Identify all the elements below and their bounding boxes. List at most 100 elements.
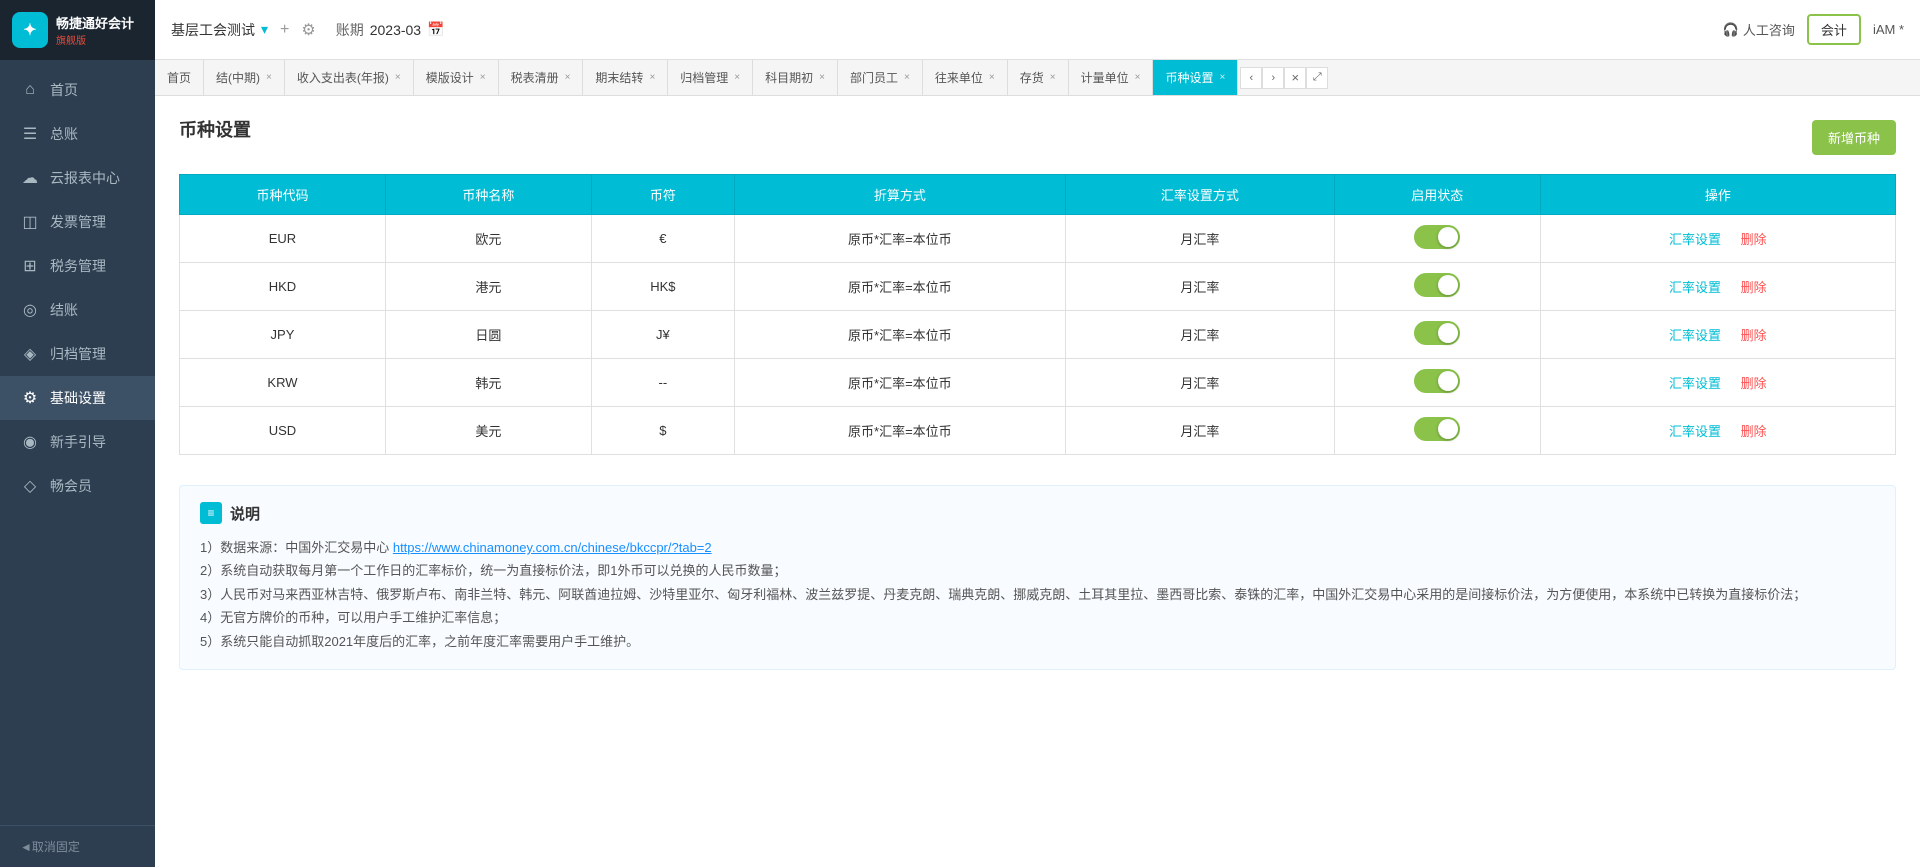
sidebar-pin-toggle[interactable]: ◄取消固定 [0,825,155,867]
sidebar-item-reports[interactable]: ☁ 云报表中心 [0,156,155,200]
period-value: 2023-03 [370,22,421,38]
note-item-4: 4）无官方牌价的币种，可以用户手工维护汇率信息； [200,606,1875,629]
tab-close-icon[interactable]: × [565,72,571,83]
tab-close-icon[interactable]: × [989,72,995,83]
cell-rate-method: 月汇率 [1065,311,1334,359]
cell-rate-method: 月汇率 [1065,263,1334,311]
tab-close-all[interactable]: × [1284,67,1306,89]
enabled-toggle[interactable] [1414,273,1460,297]
new-currency-button[interactable]: 新增币种 [1812,120,1896,155]
enabled-toggle[interactable] [1414,369,1460,393]
note-item-3: 3）人民币对马来西亚林吉特、俄罗斯卢布、南非兰特、韩元、阿联酋迪拉姆、沙特里亚尔… [200,583,1875,606]
notes-section: ≡ 说明 1）数据来源：中国外汇交易中心 https://www.chinamo… [179,485,1896,670]
tab-close-icon[interactable]: × [819,72,825,83]
tab-currency[interactable]: 币种设置 × [1153,60,1238,96]
tab-balance[interactable]: 结(中期) × [204,60,285,96]
sidebar-item-label: 结账 [50,300,78,320]
chinamoney-link[interactable]: https://www.chinamoney.com.cn/chinese/bk… [393,540,712,555]
tab-expand[interactable]: ⤢ [1306,67,1328,89]
rate-settings-link[interactable]: 汇率设置 [1669,424,1721,439]
sidebar-item-member[interactable]: ◇ 畅会员 [0,464,155,508]
delete-link[interactable]: 删除 [1741,280,1767,295]
cell-calc: 原币*汇率=本位币 [734,359,1065,407]
cell-calc: 原币*汇率=本位币 [734,311,1065,359]
sidebar-item-settings[interactable]: ⚙ 基础设置 [0,376,155,420]
note-item-1: 1）数据来源：中国外汇交易中心 https://www.chinamoney.c… [200,536,1875,559]
tab-taxclear[interactable]: 税表清册 × [499,60,584,96]
cell-status [1334,263,1540,311]
company-selector[interactable]: 基层工会测试 ▾ [171,20,268,40]
table-row: JPY日圆J¥原币*汇率=本位币月汇率 汇率设置 删除 [180,311,1896,359]
support-button[interactable]: 🎧 人工咨询 [1723,20,1795,39]
cell-status [1334,359,1540,407]
sidebar-item-label: 发票管理 [50,212,106,232]
delete-link[interactable]: 删除 [1741,424,1767,439]
tab-close-icon[interactable]: × [734,72,740,83]
sidebar-item-tax[interactable]: ⊞ 税务管理 [0,244,155,288]
tab-partners[interactable]: 往来单位 × [923,60,1008,96]
sidebar-item-home[interactable]: ⌂ 首页 [0,68,155,112]
tab-close-icon[interactable]: × [1135,72,1141,83]
tabbar: 首页 结(中期) × 收入支出表(年报) × 模版设计 × 税表清册 × 期末结… [155,60,1920,96]
tab-close-icon[interactable]: × [649,72,655,83]
table-row: EUR欧元€原币*汇率=本位币月汇率 汇率设置 删除 [180,215,1896,263]
col-header-calc: 折算方式 [734,175,1065,215]
sidebar-item-settlement[interactable]: ◎ 结账 [0,288,155,332]
delete-link[interactable]: 删除 [1741,232,1767,247]
rate-settings-link[interactable]: 汇率设置 [1669,328,1721,343]
tab-scroll-right[interactable]: › [1262,67,1284,89]
rate-settings-link[interactable]: 汇率设置 [1669,280,1721,295]
settings-gear-icon[interactable]: ⚙ [301,20,315,40]
cell-status [1334,311,1540,359]
delete-link[interactable]: 删除 [1741,328,1767,343]
tab-template[interactable]: 模版设计 × [414,60,499,96]
sidebar-nav: ⌂ 首页 ☰ 总账 ☁ 云报表中心 ◫ 发票管理 ⊞ 税务管理 ◎ 结账 ◈ 归… [0,60,155,825]
enabled-toggle[interactable] [1414,321,1460,345]
tab-home[interactable]: 首页 [155,60,204,96]
tab-close-icon[interactable]: × [1050,72,1056,83]
tab-close-icon[interactable]: × [1219,72,1225,83]
enabled-toggle[interactable] [1414,225,1460,249]
sidebar-item-archive[interactable]: ◈ 归档管理 [0,332,155,376]
sidebar-item-ledger[interactable]: ☰ 总账 [0,112,155,156]
cell-status [1334,215,1540,263]
tab-income[interactable]: 收入支出表(年报) × [285,60,414,96]
cloud-icon: ☁ [20,168,40,188]
tab-subjects[interactable]: 科目期初 × [753,60,838,96]
col-header-symbol: 币符 [591,175,734,215]
tab-inventory[interactable]: 存货 × [1008,60,1069,96]
page-title: 币种设置 [179,116,251,142]
cell-actions: 汇率设置 删除 [1540,263,1895,311]
col-header-rate-method: 汇率设置方式 [1065,175,1334,215]
tab-close-icon[interactable]: × [395,72,401,83]
tab-archive[interactable]: 归档管理 × [668,60,753,96]
period-selector[interactable]: 账期 2023-03 📅 [336,20,445,40]
col-header-name: 币种名称 [385,175,591,215]
tab-label: 首页 [167,69,191,86]
tab-label: 归档管理 [680,69,728,86]
enabled-toggle[interactable] [1414,417,1460,441]
rate-settings-link[interactable]: 汇率设置 [1669,232,1721,247]
tab-scroll-left[interactable]: ‹ [1240,67,1262,89]
sidebar-item-guide[interactable]: ◉ 新手引导 [0,420,155,464]
tab-label: 税表清册 [511,69,559,86]
logo-icon: ✦ [12,12,48,48]
tab-depts[interactable]: 部门员工 × [838,60,923,96]
rate-settings-link[interactable]: 汇率设置 [1669,376,1721,391]
tab-label: 计量单位 [1081,69,1129,86]
tab-close-icon[interactable]: × [480,72,486,83]
tab-units[interactable]: 计量单位 × [1069,60,1154,96]
sidebar-item-invoice[interactable]: ◫ 发票管理 [0,200,155,244]
tab-close-icon[interactable]: × [904,72,910,83]
cell-name: 韩元 [385,359,591,407]
tab-period-end[interactable]: 期末结转 × [583,60,668,96]
sidebar-item-label: 新手引导 [50,432,106,452]
calendar-icon: 📅 [427,21,444,38]
add-tab-icon[interactable]: + [280,21,289,39]
cell-name: 美元 [385,407,591,455]
tab-close-icon[interactable]: × [266,72,272,83]
account-type-button[interactable]: 会计 [1807,14,1861,45]
pin-toggle-label: ◄取消固定 [20,838,80,855]
delete-link[interactable]: 删除 [1741,376,1767,391]
tab-label: 币种设置 [1165,69,1213,86]
